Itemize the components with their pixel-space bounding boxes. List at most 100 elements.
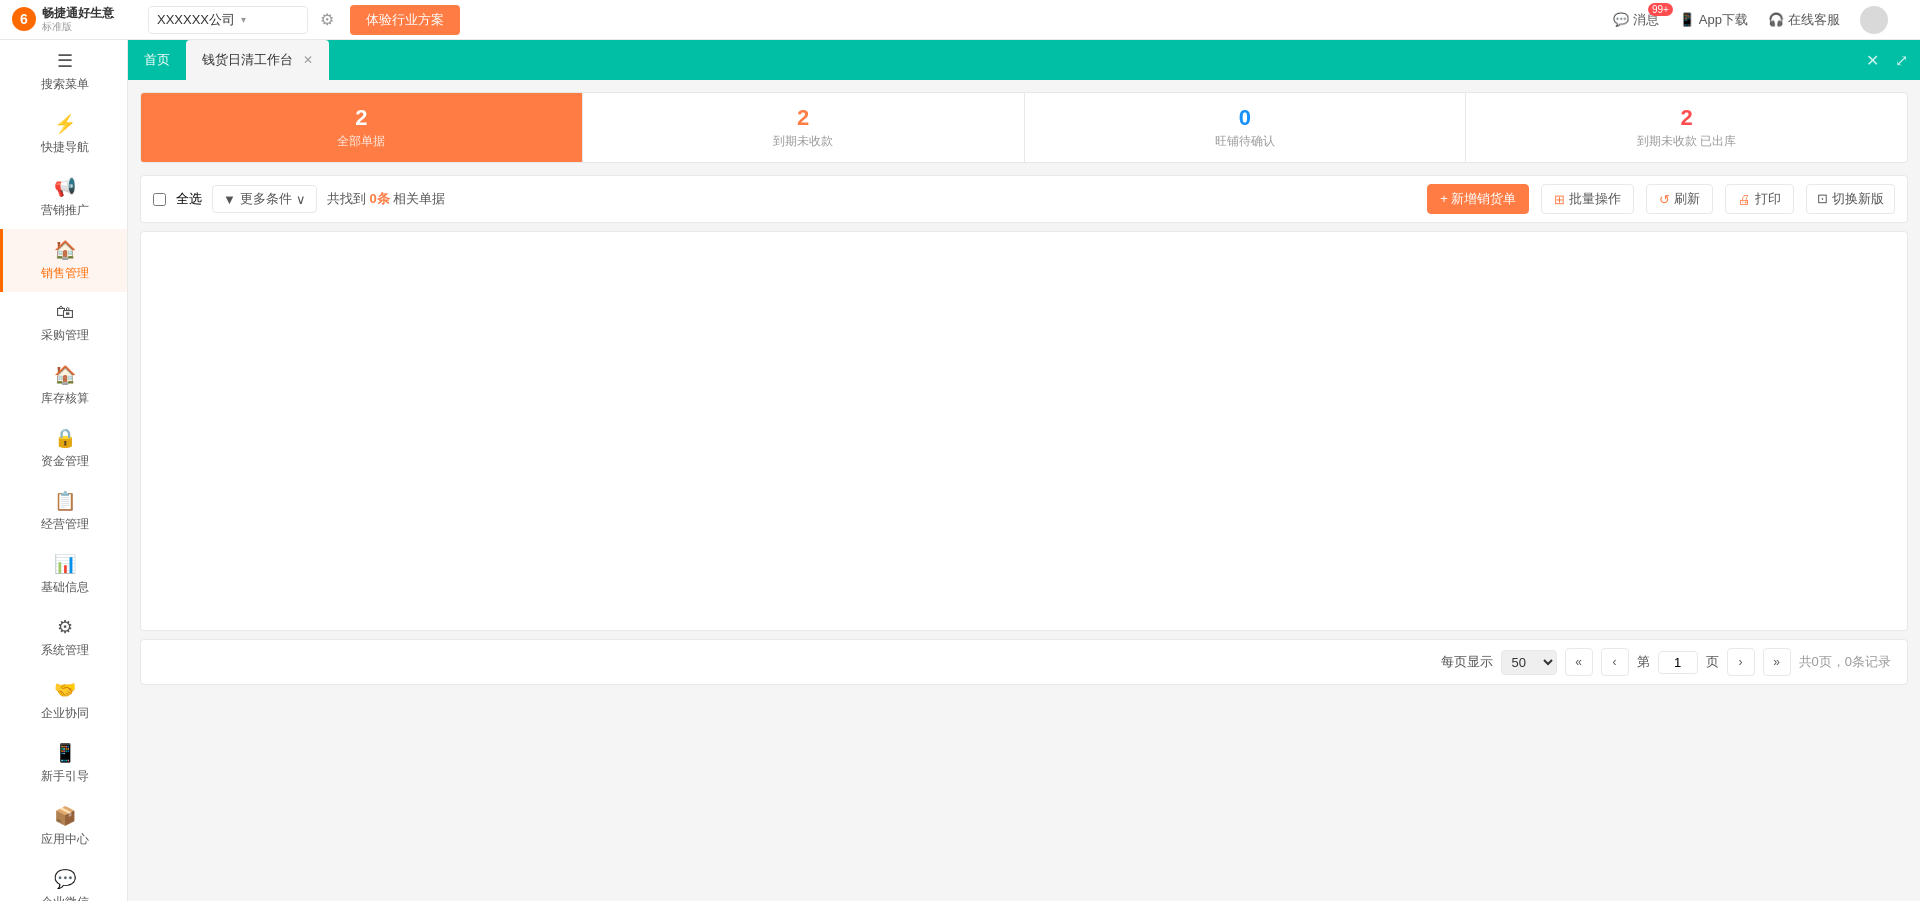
avatar[interactable] bbox=[1860, 6, 1888, 34]
select-all-checkbox[interactable] bbox=[153, 193, 166, 206]
switch-icon: ⊡ bbox=[1817, 191, 1828, 206]
stat-card-pending[interactable]: 0 旺铺待确认 bbox=[1025, 93, 1467, 162]
experience-btn[interactable]: 体验行业方案 bbox=[350, 5, 460, 35]
tab-cash-flow[interactable]: 钱货日清工作台 ✕ bbox=[186, 40, 329, 80]
stat-card-overdue-out[interactable]: 2 到期未收款 已出库 bbox=[1466, 93, 1907, 162]
print-btn[interactable]: 🖨 打印 bbox=[1725, 184, 1794, 214]
sidebar-item-marketing[interactable]: 📢 营销推广 bbox=[0, 166, 127, 229]
logo-icon: 6 bbox=[12, 7, 36, 31]
page-suffix: 页 bbox=[1706, 653, 1719, 671]
refresh-icon: ↺ bbox=[1659, 192, 1670, 207]
sidebar-label-guide: 新手引导 bbox=[41, 768, 89, 785]
sidebar-label-operations: 经营管理 bbox=[41, 516, 89, 533]
sidebar-item-quick-nav[interactable]: ⚡ 快捷导航 bbox=[0, 103, 127, 166]
main-content: 首页 钱货日清工作台 ✕ ✕ ⤢ 2 全部单据 2 bbox=[128, 40, 1920, 901]
purchase-icon: 🛍 bbox=[56, 302, 74, 323]
active-indicator bbox=[141, 159, 582, 162]
company-selector[interactable]: XXXXXX公司 ▾ bbox=[148, 6, 308, 34]
sidebar-item-wechat[interactable]: 💬 企业微信 bbox=[0, 858, 127, 901]
sidebar-item-finance[interactable]: 🔒 资金管理 bbox=[0, 417, 127, 480]
toolbar: 全选 ▼ 更多条件 ∨ 共找到 0条 相关单据 + 新增销货单 ⊞ bbox=[140, 175, 1908, 223]
filter-icon: ▼ bbox=[223, 192, 236, 207]
message-badge: 99+ bbox=[1648, 3, 1673, 16]
settings-icon[interactable]: ⚙ bbox=[316, 6, 338, 33]
stats-row: 2 全部单据 2 到期未收款 0 旺铺待确认 2 到期未收款 已出库 bbox=[140, 92, 1908, 163]
sidebar-label-purchase: 采购管理 bbox=[41, 327, 89, 344]
table-area bbox=[140, 231, 1908, 631]
pagination-bar: 每页显示 50 10 20 100 « ‹ 第 页 › » 共0页，0条记录 bbox=[140, 639, 1908, 685]
page-input[interactable] bbox=[1658, 651, 1698, 674]
message-action[interactable]: 💬 消息 99+ bbox=[1613, 11, 1659, 29]
batch-btn[interactable]: ⊞ 批量操作 bbox=[1541, 184, 1634, 214]
sidebar-item-system[interactable]: ⚙ 系统管理 bbox=[0, 606, 127, 669]
refresh-btn[interactable]: ↺ 刷新 bbox=[1646, 184, 1713, 214]
company-name: XXXXXX公司 bbox=[157, 11, 235, 29]
finance-icon: 🔒 bbox=[54, 427, 76, 449]
sidebar-item-operations[interactable]: 📋 经营管理 bbox=[0, 480, 127, 543]
tab-home-label: 首页 bbox=[144, 51, 170, 69]
app-subtitle: 标准版 bbox=[42, 21, 114, 33]
first-page-btn[interactable]: « bbox=[1565, 648, 1593, 676]
batch-icon: ⊞ bbox=[1554, 192, 1565, 207]
sidebar-item-app-center[interactable]: 📦 应用中心 bbox=[0, 795, 127, 858]
next-page-btn[interactable]: › bbox=[1727, 648, 1755, 676]
logo-area: 6 畅捷通好生意 标准版 bbox=[12, 6, 140, 32]
inventory-icon: 🏠 bbox=[54, 364, 76, 386]
stat-number-overdue-out: 2 bbox=[1482, 105, 1891, 131]
tab-home[interactable]: 首页 bbox=[128, 40, 186, 80]
tab-close-icon[interactable]: ✕ bbox=[303, 53, 313, 67]
header-right: 💬 消息 99+ 📱 App下载 🎧 在线客服 bbox=[1613, 6, 1908, 34]
tab-cash-flow-label: 钱货日清工作台 bbox=[202, 51, 293, 69]
filter-btn[interactable]: ▼ 更多条件 ∨ bbox=[212, 185, 317, 213]
app-center-icon: 📦 bbox=[54, 805, 76, 827]
sidebar-item-guide[interactable]: 📱 新手引导 bbox=[0, 732, 127, 795]
app-download-label: App下载 bbox=[1699, 11, 1748, 29]
sidebar-label-wechat: 企业微信 bbox=[41, 894, 89, 901]
sidebar: ☰ 搜索菜单 ⚡ 快捷导航 📢 营销推广 🏠 销售管理 🛍 采购管理 🏠 库存核… bbox=[0, 40, 128, 901]
stat-number-overdue: 2 bbox=[599, 105, 1008, 131]
found-prefix: 共找到 bbox=[327, 191, 366, 206]
prev-page-btn[interactable]: ‹ bbox=[1601, 648, 1629, 676]
layout: ☰ 搜索菜单 ⚡ 快捷导航 📢 营销推广 🏠 销售管理 🛍 采购管理 🏠 库存核… bbox=[0, 40, 1920, 901]
sidebar-item-purchase[interactable]: 🛍 采购管理 bbox=[0, 292, 127, 354]
toolbar-right: + 新增销货单 ⊞ 批量操作 ↺ 刷新 🖨 打印 ⊡ bbox=[1427, 184, 1895, 214]
sidebar-label-search: 搜索菜单 bbox=[41, 76, 89, 93]
quick-nav-icon: ⚡ bbox=[54, 113, 76, 135]
filter-label: 更多条件 bbox=[240, 190, 292, 208]
sidebar-item-sales[interactable]: 🏠 销售管理 bbox=[0, 229, 127, 292]
stat-card-all[interactable]: 2 全部单据 bbox=[141, 93, 583, 162]
sidebar-label-enterprise: 企业协同 bbox=[41, 705, 89, 722]
headset-icon: 🎧 bbox=[1768, 12, 1784, 27]
add-sales-btn[interactable]: + 新增销货单 bbox=[1427, 184, 1529, 214]
sidebar-item-enterprise[interactable]: 🤝 企业协同 bbox=[0, 669, 127, 732]
page-size-select[interactable]: 50 10 20 100 bbox=[1501, 650, 1557, 675]
sidebar-item-inventory[interactable]: 🏠 库存核算 bbox=[0, 354, 127, 417]
toolbar-left: 全选 ▼ 更多条件 ∨ 共找到 0条 相关单据 bbox=[153, 185, 1415, 213]
found-text: 共找到 0条 相关单据 bbox=[327, 190, 445, 208]
search-menu-icon: ☰ bbox=[57, 50, 73, 72]
switch-version-btn[interactable]: ⊡ 切换新版 bbox=[1806, 184, 1895, 214]
sidebar-label-system: 系统管理 bbox=[41, 642, 89, 659]
sidebar-label-marketing: 营销推广 bbox=[41, 202, 89, 219]
wechat-icon: 💬 bbox=[54, 868, 76, 890]
stat-label-overdue-out: 到期未收款 已出库 bbox=[1482, 133, 1891, 150]
sidebar-item-search[interactable]: ☰ 搜索菜单 bbox=[0, 40, 127, 103]
switch-label: 切换新版 bbox=[1832, 191, 1884, 206]
sidebar-label-sales: 销售管理 bbox=[41, 265, 89, 282]
per-page-label: 每页显示 bbox=[1441, 653, 1493, 671]
tab-bar: 首页 钱货日清工作台 ✕ ✕ ⤢ bbox=[128, 40, 1920, 80]
logo-text: 畅捷通好生意 标准版 bbox=[42, 6, 114, 32]
sidebar-label-basic-info: 基础信息 bbox=[41, 579, 89, 596]
total-text: 共0页，0条记录 bbox=[1799, 653, 1891, 671]
stat-number-pending: 0 bbox=[1041, 105, 1450, 131]
tab-close-window-btn[interactable]: ✕ bbox=[1862, 47, 1883, 74]
online-service-action[interactable]: 🎧 在线客服 bbox=[1768, 11, 1840, 29]
stat-card-overdue[interactable]: 2 到期未收款 bbox=[583, 93, 1025, 162]
filter-chevron-icon: ∨ bbox=[296, 192, 306, 207]
sidebar-label-quick-nav: 快捷导航 bbox=[41, 139, 89, 156]
tab-bar-actions: ✕ ⤢ bbox=[1862, 47, 1920, 74]
last-page-btn[interactable]: » bbox=[1763, 648, 1791, 676]
app-download-action[interactable]: 📱 App下载 bbox=[1679, 11, 1748, 29]
sidebar-item-basic-info[interactable]: 📊 基础信息 bbox=[0, 543, 127, 606]
tab-expand-btn[interactable]: ⤢ bbox=[1891, 47, 1912, 74]
